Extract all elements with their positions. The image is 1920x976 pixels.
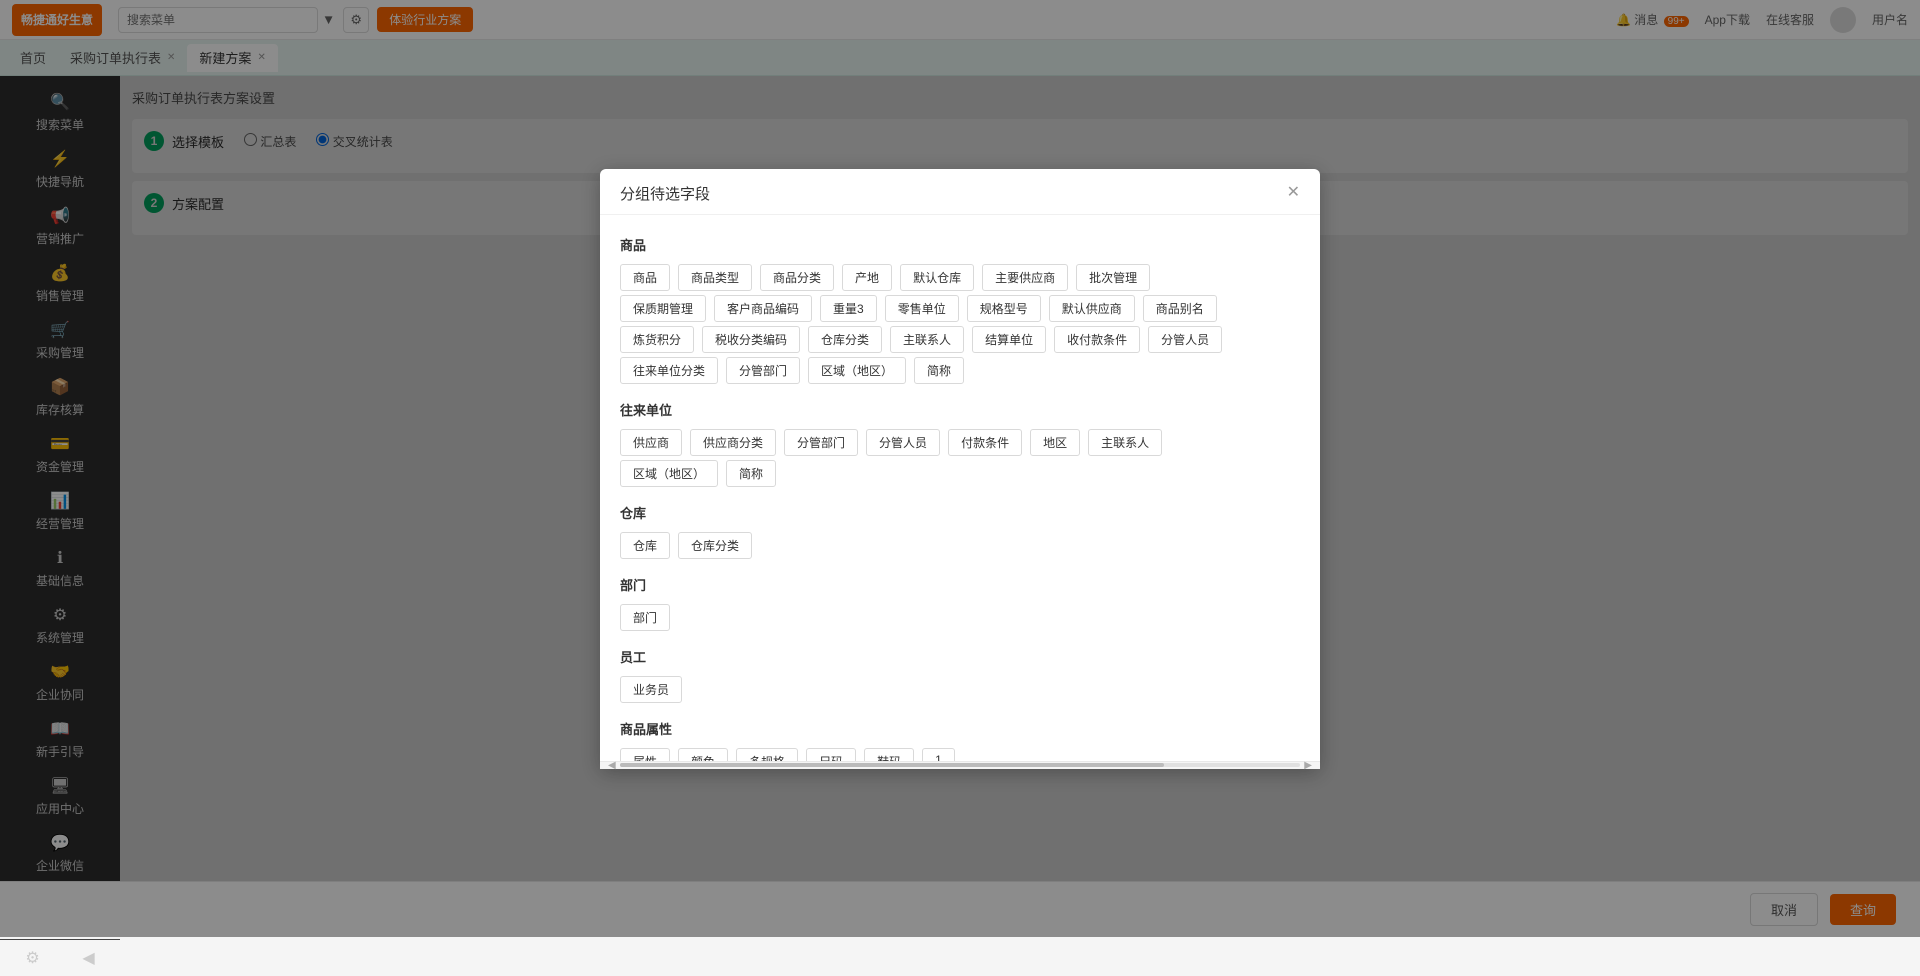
modal-body: 商品 商品 商品类型 商品分类 产地 默认仓库 主要供应商 批次管理 保质期管理… bbox=[600, 215, 1320, 761]
field-tag[interactable]: 商品 bbox=[620, 264, 670, 291]
group-title-goods: 商品 bbox=[620, 235, 1300, 254]
scroll-left-btn[interactable]: ◀ bbox=[604, 760, 620, 771]
modal-header: 分组待选字段 ✕ bbox=[600, 169, 1320, 215]
field-tag[interactable]: 区域（地区） bbox=[620, 460, 718, 487]
scrollbar-thumb bbox=[620, 763, 1164, 767]
field-tags-goods-row4: 往来单位分类 分管部门 区域（地区） 简称 bbox=[620, 357, 1300, 384]
field-tag[interactable]: 规格型号 bbox=[967, 295, 1041, 322]
field-tag[interactable]: 批次管理 bbox=[1076, 264, 1150, 291]
field-tag[interactable]: 往来单位分类 bbox=[620, 357, 718, 384]
field-tag[interactable]: 产地 bbox=[842, 264, 892, 291]
field-tag[interactable]: 炼货积分 bbox=[620, 326, 694, 353]
field-tags-partner-row1: 供应商 供应商分类 分管部门 分管人员 付款条件 地区 主联系人 bbox=[620, 429, 1300, 456]
field-tag[interactable]: 地区 bbox=[1030, 429, 1080, 456]
field-tag[interactable]: 颜色 bbox=[678, 748, 728, 761]
group-title-warehouse: 仓库 bbox=[620, 503, 1300, 522]
field-group-partner: 往来单位 供应商 供应商分类 分管部门 分管人员 付款条件 地区 主联系人 区域… bbox=[620, 400, 1300, 487]
field-tag[interactable]: 简称 bbox=[914, 357, 964, 384]
field-tag[interactable]: 属性 bbox=[620, 748, 670, 761]
field-tag[interactable]: 商品分类 bbox=[760, 264, 834, 291]
field-tag[interactable]: 商品类型 bbox=[678, 264, 752, 291]
field-tag[interactable]: 分管部门 bbox=[726, 357, 800, 384]
field-tags-staff: 业务员 bbox=[620, 676, 1300, 703]
field-tag[interactable]: 供应商分类 bbox=[690, 429, 776, 456]
group-title-partner: 往来单位 bbox=[620, 400, 1300, 419]
field-tag[interactable]: 1 bbox=[922, 748, 955, 761]
modal-close-btn[interactable]: ✕ bbox=[1287, 185, 1300, 201]
field-tag[interactable]: 分管人员 bbox=[866, 429, 940, 456]
field-tag[interactable]: 仓库分类 bbox=[678, 532, 752, 559]
field-tag[interactable]: 默认供应商 bbox=[1049, 295, 1135, 322]
field-tag[interactable]: 区域（地区） bbox=[808, 357, 906, 384]
field-tag[interactable]: 主联系人 bbox=[1088, 429, 1162, 456]
field-tag[interactable]: 客户商品编码 bbox=[714, 295, 812, 322]
field-tag[interactable]: 重量3 bbox=[820, 295, 877, 322]
field-tag[interactable]: 尺码 bbox=[806, 748, 856, 761]
group-title-attr: 商品属性 bbox=[620, 719, 1300, 738]
field-tag[interactable]: 收付款条件 bbox=[1054, 326, 1140, 353]
field-tag[interactable]: 分管人员 bbox=[1148, 326, 1222, 353]
field-tag[interactable]: 保质期管理 bbox=[620, 295, 706, 322]
field-tag[interactable]: 仓库 bbox=[620, 532, 670, 559]
field-tags-goods-row3: 炼货积分 税收分类编码 仓库分类 主联系人 结算单位 收付款条件 分管人员 bbox=[620, 326, 1300, 353]
field-tag[interactable]: 部门 bbox=[620, 604, 670, 631]
field-tag[interactable]: 默认仓库 bbox=[900, 264, 974, 291]
field-tag[interactable]: 主联系人 bbox=[890, 326, 964, 353]
field-group-staff: 员工 业务员 bbox=[620, 647, 1300, 703]
field-select-modal: 分组待选字段 ✕ 商品 商品 商品类型 商品分类 产地 默认仓库 主要供应商 批… bbox=[600, 169, 1320, 769]
field-tag[interactable]: 付款条件 bbox=[948, 429, 1022, 456]
field-tags-dept: 部门 bbox=[620, 604, 1300, 631]
field-tag[interactable]: 供应商 bbox=[620, 429, 682, 456]
field-tag[interactable]: 简称 bbox=[726, 460, 776, 487]
group-title-dept: 部门 bbox=[620, 575, 1300, 594]
sidebar-bottom: ⚙ ◀ bbox=[0, 939, 120, 976]
field-tag[interactable]: 分管部门 bbox=[784, 429, 858, 456]
scroll-right-btn[interactable]: ▶ bbox=[1300, 760, 1316, 771]
field-tags-warehouse: 仓库 仓库分类 bbox=[620, 532, 1300, 559]
sidebar-expand-btn[interactable]: ◀ bbox=[82, 948, 94, 968]
field-tags-attr: 属性 颜色 多规格 尺码 鞋码 1 bbox=[620, 748, 1300, 761]
modal-scrollbar[interactable]: ◀ ▶ bbox=[600, 761, 1320, 769]
field-tags-goods-row2: 保质期管理 客户商品编码 重量3 零售单位 规格型号 默认供应商 商品别名 bbox=[620, 295, 1300, 322]
field-tag[interactable]: 仓库分类 bbox=[808, 326, 882, 353]
modal-overlay: 分组待选字段 ✕ 商品 商品 商品类型 商品分类 产地 默认仓库 主要供应商 批… bbox=[0, 0, 1920, 937]
field-tag[interactable]: 多规格 bbox=[736, 748, 798, 761]
sidebar-collapse-btn[interactable]: ⚙ bbox=[25, 948, 39, 968]
field-tag[interactable]: 结算单位 bbox=[972, 326, 1046, 353]
field-tag[interactable]: 业务员 bbox=[620, 676, 682, 703]
field-group-dept: 部门 部门 bbox=[620, 575, 1300, 631]
scrollbar-track bbox=[620, 763, 1301, 767]
field-group-goods: 商品 商品 商品类型 商品分类 产地 默认仓库 主要供应商 批次管理 保质期管理… bbox=[620, 235, 1300, 384]
field-tags-goods-row1: 商品 商品类型 商品分类 产地 默认仓库 主要供应商 批次管理 bbox=[620, 264, 1300, 291]
modal-title: 分组待选字段 bbox=[620, 183, 710, 204]
field-group-warehouse: 仓库 仓库 仓库分类 bbox=[620, 503, 1300, 559]
group-title-staff: 员工 bbox=[620, 647, 1300, 666]
field-tag[interactable]: 商品别名 bbox=[1143, 295, 1217, 322]
field-tag[interactable]: 鞋码 bbox=[864, 748, 914, 761]
field-tag[interactable]: 主要供应商 bbox=[982, 264, 1068, 291]
field-tag[interactable]: 零售单位 bbox=[885, 295, 959, 322]
field-tags-partner-row2: 区域（地区） 简称 bbox=[620, 460, 1300, 487]
field-group-attr: 商品属性 属性 颜色 多规格 尺码 鞋码 1 bbox=[620, 719, 1300, 761]
field-tag[interactable]: 税收分类编码 bbox=[702, 326, 800, 353]
